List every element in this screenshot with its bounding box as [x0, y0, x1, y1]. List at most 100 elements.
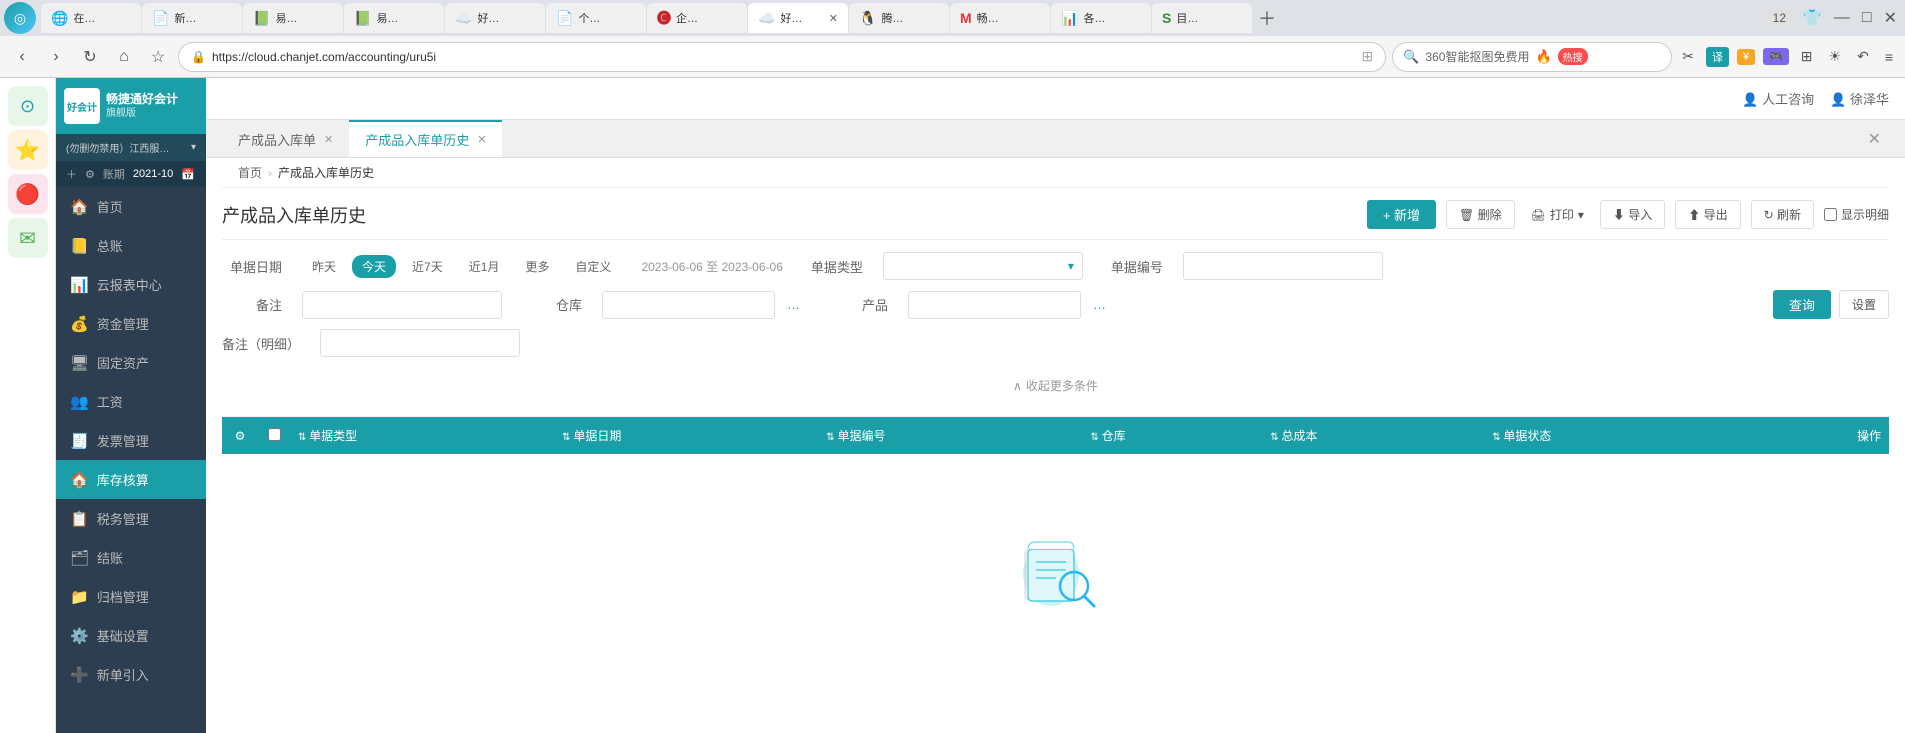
date-more[interactable]: 更多: [515, 255, 559, 278]
grid-icon[interactable]: ⊞: [1797, 46, 1817, 67]
settings-icon[interactable]: ⚙: [85, 168, 95, 181]
page-tabs: 产成品入库单 ✕ 产成品入库单历史 ✕ ✕: [206, 120, 1905, 158]
table-date-col[interactable]: 单据日期: [554, 417, 818, 454]
note-detail-filter-input[interactable]: [320, 329, 520, 357]
table-cost-col[interactable]: 总成本: [1262, 417, 1484, 454]
date-yesterday[interactable]: 昨天: [302, 255, 346, 278]
undo-icon[interactable]: ↶: [1853, 46, 1873, 67]
nav-item-inventory[interactable]: 🏠 库存核算: [56, 460, 206, 499]
maximize-icon[interactable]: □: [1858, 9, 1876, 27]
type-filter-select[interactable]: ▾: [883, 252, 1083, 280]
nav-item-fund[interactable]: 💰 资金管理: [56, 304, 206, 343]
forward-button[interactable]: ›: [42, 43, 70, 71]
nav-item-report[interactable]: 📊 云报表中心: [56, 265, 206, 304]
refresh-button[interactable]: ↻ 刷新: [1751, 200, 1814, 229]
breadcrumb-home[interactable]: 首页: [238, 164, 262, 181]
profile-icon[interactable]: 👕: [1798, 8, 1826, 28]
table-warehouse-col[interactable]: 仓库: [1082, 417, 1262, 454]
table-type-col[interactable]: 单据类型: [290, 417, 554, 454]
product-filter-dots[interactable]: …: [1085, 297, 1114, 312]
bookmark-button[interactable]: ☆: [144, 43, 172, 71]
display-detail-checkbox[interactable]: [1824, 208, 1837, 221]
tab-10[interactable]: M 畅…: [950, 3, 1050, 33]
panel-close-button[interactable]: ✕: [1860, 129, 1889, 149]
tab-12[interactable]: S 目…: [1152, 3, 1252, 33]
product-filter-container: …: [908, 291, 1114, 319]
settings-button[interactable]: 设置: [1839, 290, 1889, 319]
product-filter-input[interactable]: [908, 291, 1081, 319]
search-area[interactable]: 🔍 360智能抠图免费用 🔥 热搜: [1392, 42, 1672, 72]
tab-11[interactable]: 📊 各…: [1051, 3, 1151, 33]
table-number-col[interactable]: 单据编号: [818, 417, 1082, 454]
back-button[interactable]: ‹: [8, 43, 36, 71]
tab-6[interactable]: 📄 个…: [546, 3, 646, 33]
translate-icon[interactable]: 译: [1706, 47, 1729, 67]
tab-5[interactable]: ☁️ 好…: [445, 3, 545, 33]
select-all-checkbox[interactable]: [268, 428, 281, 441]
new-button[interactable]: + 新增: [1367, 200, 1436, 229]
sidebar-app-star[interactable]: ⭐: [8, 130, 48, 170]
nav-item-home[interactable]: 🏠 首页: [56, 187, 206, 226]
nav-item-basic[interactable]: ⚙️ 基础设置: [56, 616, 206, 655]
tab-7[interactable]: 🅒 企…: [647, 3, 747, 33]
sidebar-app-chanjet[interactable]: ⊙: [8, 86, 48, 126]
collapse-button[interactable]: ∧ 收起更多条件: [1013, 371, 1098, 400]
note-filter-input[interactable]: [302, 291, 502, 319]
nav-item-newbill[interactable]: ➕ 新单引入: [56, 655, 206, 694]
scissors-icon[interactable]: ✂: [1678, 46, 1698, 67]
display-detail-checkbox-label[interactable]: 显示明细: [1824, 206, 1889, 223]
date-today[interactable]: 今天: [352, 255, 396, 278]
nav-item-general[interactable]: 📒 总账: [56, 226, 206, 265]
new-tab-button[interactable]: ＋: [1253, 4, 1281, 32]
print-button[interactable]: 🖨 打印 ▾: [1525, 202, 1590, 227]
nav-item-archive[interactable]: 📁 归档管理: [56, 577, 206, 616]
date-custom[interactable]: 自定义: [565, 255, 621, 278]
tab-8-close[interactable]: ✕: [829, 12, 838, 25]
nav-item-fixed[interactable]: 🖥 固定资产: [56, 343, 206, 382]
theme-icon[interactable]: ☀: [1825, 46, 1846, 67]
sidebar-app-mail[interactable]: ✉: [8, 218, 48, 258]
number-filter-input[interactable]: [1183, 252, 1383, 280]
tab-8[interactable]: ☁️ 好… ✕: [748, 3, 848, 33]
nav-item-invoice[interactable]: 🧾 发票管理: [56, 421, 206, 460]
delete-button[interactable]: 🗑 删除: [1446, 200, 1515, 229]
tab-1[interactable]: 🌐 在…: [41, 3, 141, 33]
tab-9[interactable]: 🐧 腾…: [849, 3, 949, 33]
currency-icon[interactable]: ¥: [1737, 49, 1755, 65]
table-settings-col[interactable]: ⚙: [222, 417, 258, 454]
minimize-icon[interactable]: —: [1830, 9, 1854, 27]
menu-icon[interactable]: ≡: [1881, 47, 1897, 67]
tab-list-close[interactable]: ✕: [324, 133, 333, 146]
refresh-button[interactable]: ↻: [76, 43, 104, 71]
close-icon[interactable]: ✕: [1880, 8, 1901, 28]
tab-4[interactable]: 📗 易…: [344, 3, 444, 33]
nav-item-payroll[interactable]: 👥 工资: [56, 382, 206, 421]
user-service-link[interactable]: 👤 人工咨询: [1742, 89, 1814, 108]
export-button[interactable]: ⬆ 导出: [1675, 200, 1740, 229]
tab-3[interactable]: 📗 易…: [243, 3, 343, 33]
tab-1-icon: 🌐: [51, 10, 68, 27]
plus-icon[interactable]: ＋: [66, 166, 77, 182]
warehouse-filter-input[interactable]: [602, 291, 775, 319]
home-button[interactable]: ⌂: [110, 43, 138, 71]
game-icon[interactable]: 🎮: [1763, 48, 1789, 65]
query-button[interactable]: 查询: [1773, 290, 1831, 319]
date-range: 2023-06-06 至 2023-06-06: [641, 258, 782, 275]
table-checkbox-col[interactable]: [258, 417, 290, 454]
tab-history[interactable]: 产成品入库单历史 ✕: [349, 120, 502, 157]
sidebar-app-weibo[interactable]: 🔴: [8, 174, 48, 214]
nav-item-closing[interactable]: 🗂 结账: [56, 538, 206, 577]
calendar-icon[interactable]: 📅: [181, 168, 195, 181]
tab-2[interactable]: 📄 新…: [142, 3, 242, 33]
company-selector[interactable]: (勿删勿禁用）江西服宝测试专用 ▾: [56, 134, 206, 161]
warehouse-filter-dots[interactable]: …: [779, 297, 808, 312]
tab-history-close[interactable]: ✕: [477, 133, 486, 146]
user-avatar[interactable]: 👤 徐泽华: [1830, 89, 1889, 108]
url-bar[interactable]: 🔒 https://cloud.chanjet.com/accounting/u…: [178, 42, 1386, 72]
date-7days[interactable]: 近7天: [402, 255, 453, 278]
table-status-col[interactable]: 单据状态: [1484, 417, 1748, 454]
tab-list[interactable]: 产成品入库单 ✕: [222, 120, 349, 157]
import-button[interactable]: ⬇ 导入: [1600, 200, 1665, 229]
nav-item-tax[interactable]: 📋 税务管理: [56, 499, 206, 538]
date-1month[interactable]: 近1月: [459, 255, 510, 278]
